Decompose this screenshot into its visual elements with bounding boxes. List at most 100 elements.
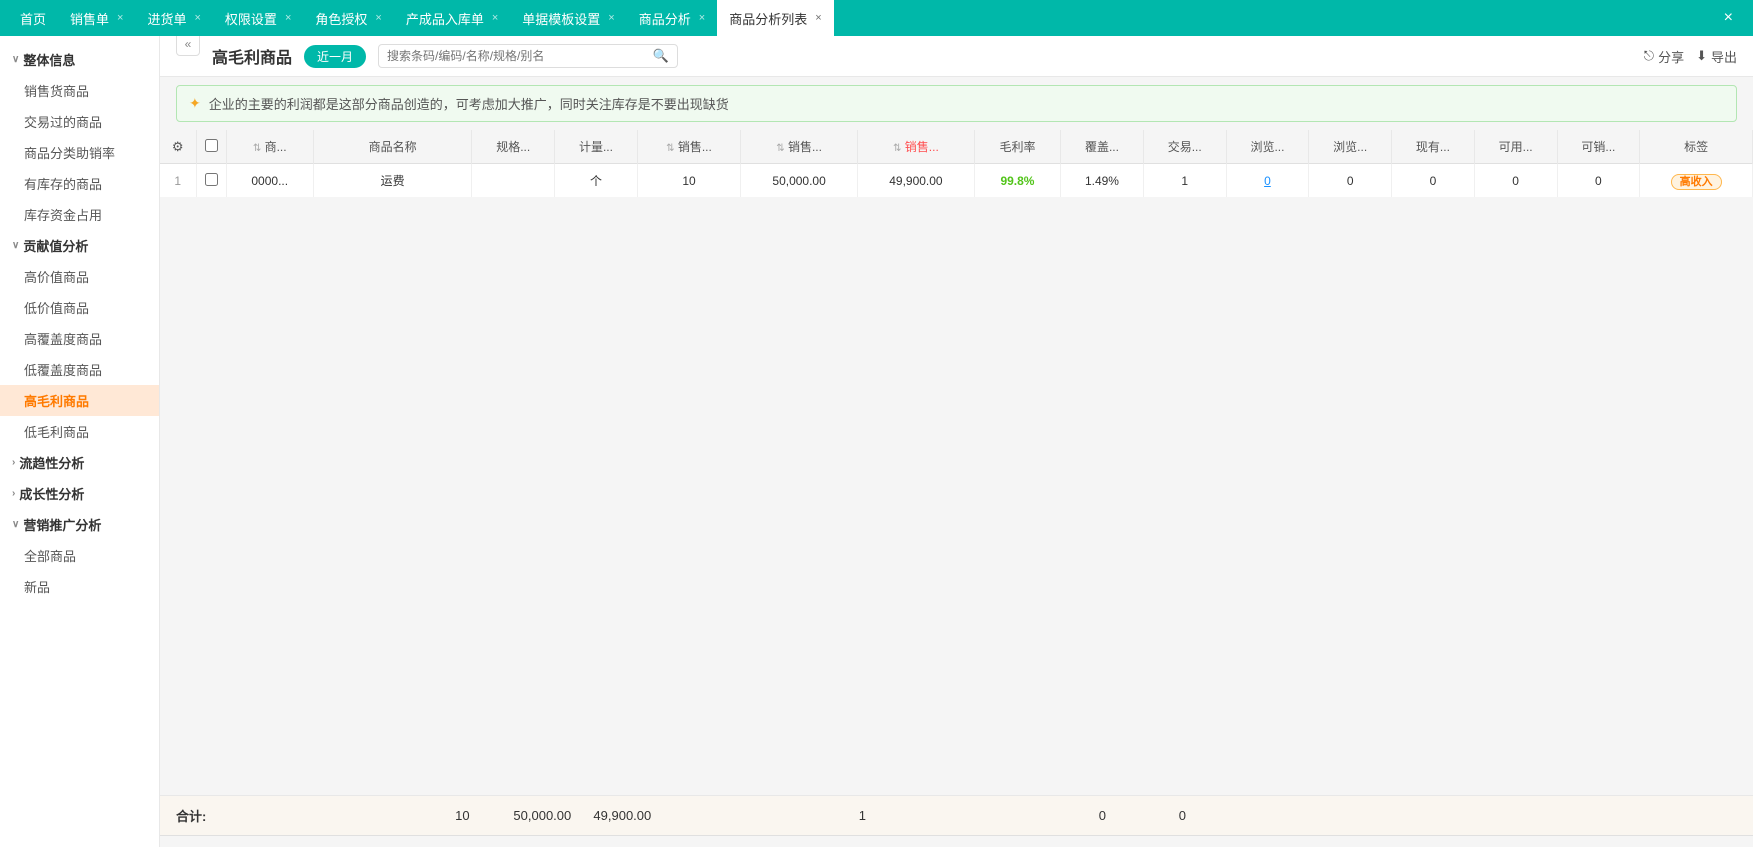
nav-permission-settings[interactable]: 权限设置 × (213, 0, 303, 36)
nav-home[interactable]: 首页 (8, 0, 58, 36)
share-button[interactable]: ⎋ 分享 (1644, 47, 1684, 66)
table-footer: 合计: 10 50,000.00 49,900.00 1 0 0 (160, 795, 1753, 835)
select-all-checkbox[interactable] (205, 139, 218, 152)
sidebar-group-marketing[interactable]: ∨ 营销推广分析 (0, 509, 159, 540)
cell-name: 运费 (313, 164, 471, 198)
chevron-down-icon: ∨ (12, 240, 19, 251)
cell-index: 1 (160, 164, 196, 198)
row-checkbox[interactable] (205, 173, 218, 186)
sidebar-group-growth[interactable]: › 成长性分析 (0, 478, 159, 509)
search-icon[interactable]: 🔍 (653, 48, 669, 64)
sidebar-item-stock-capital[interactable]: 库存资金占用 (0, 199, 159, 230)
search-box: 🔍 (378, 44, 678, 68)
sidebar-item-low-coverage[interactable]: 低覆盖度商品 (0, 354, 159, 385)
cell-browse1[interactable]: 0 (1226, 164, 1309, 198)
header-actions: ⎋ 分享 ⬇ 导出 (1644, 47, 1737, 66)
sidebar-item-high-margin[interactable]: 高毛利商品 (0, 385, 159, 416)
footer-sales-qty-value: 10 (422, 808, 502, 823)
sidebar-item-stock-goods[interactable]: 有库存的商品 (0, 168, 159, 199)
col-coverage-header[interactable]: 覆盖... (1061, 130, 1144, 164)
sidebar-item-sales-goods[interactable]: 销售货商品 (0, 75, 159, 106)
footer-sales-qty (222, 808, 422, 823)
cell-checkbox[interactable] (196, 164, 226, 198)
cell-trade-count: 1 (1143, 164, 1226, 198)
col-tag-header[interactable]: 标签 (1640, 130, 1753, 164)
col-current-stock-header[interactable]: 现有... (1392, 130, 1475, 164)
col-checkbox-header[interactable] (196, 130, 226, 164)
export-button[interactable]: ⬇ 导出 (1696, 47, 1737, 66)
footer-sales-profit-value: 49,900.00 (582, 808, 662, 823)
cell-tag: 高收入 (1640, 164, 1753, 198)
table-container[interactable]: ⚙ ⇅ 商... 商品名称 规格... 计量... ⇅ 销 (160, 130, 1753, 795)
col-settings-header[interactable]: ⚙ (160, 130, 196, 164)
table-header-row: ⚙ ⇅ 商... 商品名称 规格... 计量... ⇅ 销 (160, 130, 1753, 164)
col-sales-profit-header[interactable]: ⇅ 销售... (858, 130, 975, 164)
footer-empty1 (662, 808, 742, 823)
data-table: ⚙ ⇅ 商... 商品名称 规格... 计量... ⇅ 销 (160, 130, 1753, 198)
cell-coverage: 1.49% (1061, 164, 1144, 198)
nav-close-icon-active[interactable]: × (815, 12, 821, 24)
sidebar-group-trend[interactable]: › 流趋性分析 (0, 447, 159, 478)
cell-code: 0000... (226, 164, 313, 198)
window-close-button[interactable]: × (1712, 9, 1745, 27)
col-code-header[interactable]: ⇅ 商... (226, 130, 313, 164)
bottom-scrollbar[interactable] (160, 835, 1753, 847)
nav-close-icon[interactable]: × (608, 12, 614, 24)
col-name-header[interactable]: 商品名称 (313, 130, 471, 164)
col-browse2-header[interactable]: 浏览... (1309, 130, 1392, 164)
sidebar-collapse-button[interactable]: « (176, 36, 200, 56)
export-icon: ⬇ (1696, 48, 1707, 64)
sidebar: ∨ 整体信息 销售货商品 交易过的商品 商品分类助销率 有库存的商品 库存资金占… (0, 36, 160, 847)
sidebar-item-category-rate[interactable]: 商品分类助销率 (0, 137, 159, 168)
col-spec-header[interactable]: 规格... (472, 130, 555, 164)
col-gross-margin-header[interactable]: 毛利率 (974, 130, 1060, 164)
nav-product-analysis-list[interactable]: 商品分析列表 × (717, 0, 833, 36)
filter-recent-month-button[interactable]: 近一月 (304, 45, 366, 68)
col-saleable-stock-header[interactable]: 可销... (1557, 130, 1640, 164)
nav-sales-order[interactable]: 销售单 × (58, 0, 135, 36)
col-sales-amount-header[interactable]: ⇅ 销售... (741, 130, 858, 164)
col-browse1-header[interactable]: 浏览... (1226, 130, 1309, 164)
sidebar-item-new-goods[interactable]: 新品 (0, 571, 159, 602)
nav-close-icon[interactable]: × (375, 12, 381, 24)
col-unit-header[interactable]: 计量... (555, 130, 638, 164)
sidebar-item-high-coverage[interactable]: 高覆盖度商品 (0, 323, 159, 354)
nav-purchase-order[interactable]: 进货单 × (135, 0, 212, 36)
footer-label: 合计: (176, 806, 206, 825)
cell-saleable-stock: 0 (1557, 164, 1640, 198)
cell-sales-qty: 10 (637, 164, 740, 198)
nav-close-icon[interactable]: × (699, 12, 705, 24)
sidebar-item-all-goods[interactable]: 全部商品 (0, 540, 159, 571)
settings-icon[interactable]: ⚙ (172, 139, 184, 154)
cell-spec (472, 164, 555, 198)
cell-sales-amount: 50,000.00 (741, 164, 858, 198)
info-banner: ✦ 企业的主要的利润都是这部分商品创造的，可考虑加大推广，同时关注库存是不要出现… (176, 85, 1737, 122)
chevron-down-icon: ∨ (12, 54, 19, 65)
nav-close-icon[interactable]: × (492, 12, 498, 24)
sidebar-group-overall[interactable]: ∨ 整体信息 (0, 44, 159, 75)
nav-role-auth[interactable]: 角色授权 × (303, 0, 393, 36)
footer-empty2 (742, 808, 822, 823)
nav-product-inbound[interactable]: 产成品入库单 × (394, 0, 510, 36)
footer-empty3 (902, 808, 982, 823)
footer-trade-count-value: 1 (822, 808, 902, 823)
nav-close-icon[interactable]: × (285, 12, 291, 24)
cell-browse2: 0 (1309, 164, 1392, 198)
nav-close-icon[interactable]: × (117, 12, 123, 24)
col-trade-count-header[interactable]: 交易... (1143, 130, 1226, 164)
search-input[interactable] (387, 49, 647, 63)
sidebar-item-traded-goods[interactable]: 交易过的商品 (0, 106, 159, 137)
col-available-stock-header[interactable]: 可用... (1474, 130, 1557, 164)
sidebar-item-high-value[interactable]: 高价值商品 (0, 261, 159, 292)
sidebar-group-contribution[interactable]: ∨ 贡献值分析 (0, 230, 159, 261)
col-sales-qty-header[interactable]: ⇅ 销售... (637, 130, 740, 164)
sidebar-item-low-margin[interactable]: 低毛利商品 (0, 416, 159, 447)
col-sort-icon: ⇅ (253, 143, 261, 154)
sidebar-item-low-value[interactable]: 低价值商品 (0, 292, 159, 323)
nav-template-settings[interactable]: 单据模板设置 × (510, 0, 626, 36)
info-icon: ✦ (189, 95, 201, 112)
nav-product-analysis[interactable]: 商品分析 × (627, 0, 717, 36)
cell-sales-profit: 49,900.00 (858, 164, 975, 198)
nav-close-icon[interactable]: × (194, 12, 200, 24)
cell-unit: 个 (555, 164, 638, 198)
